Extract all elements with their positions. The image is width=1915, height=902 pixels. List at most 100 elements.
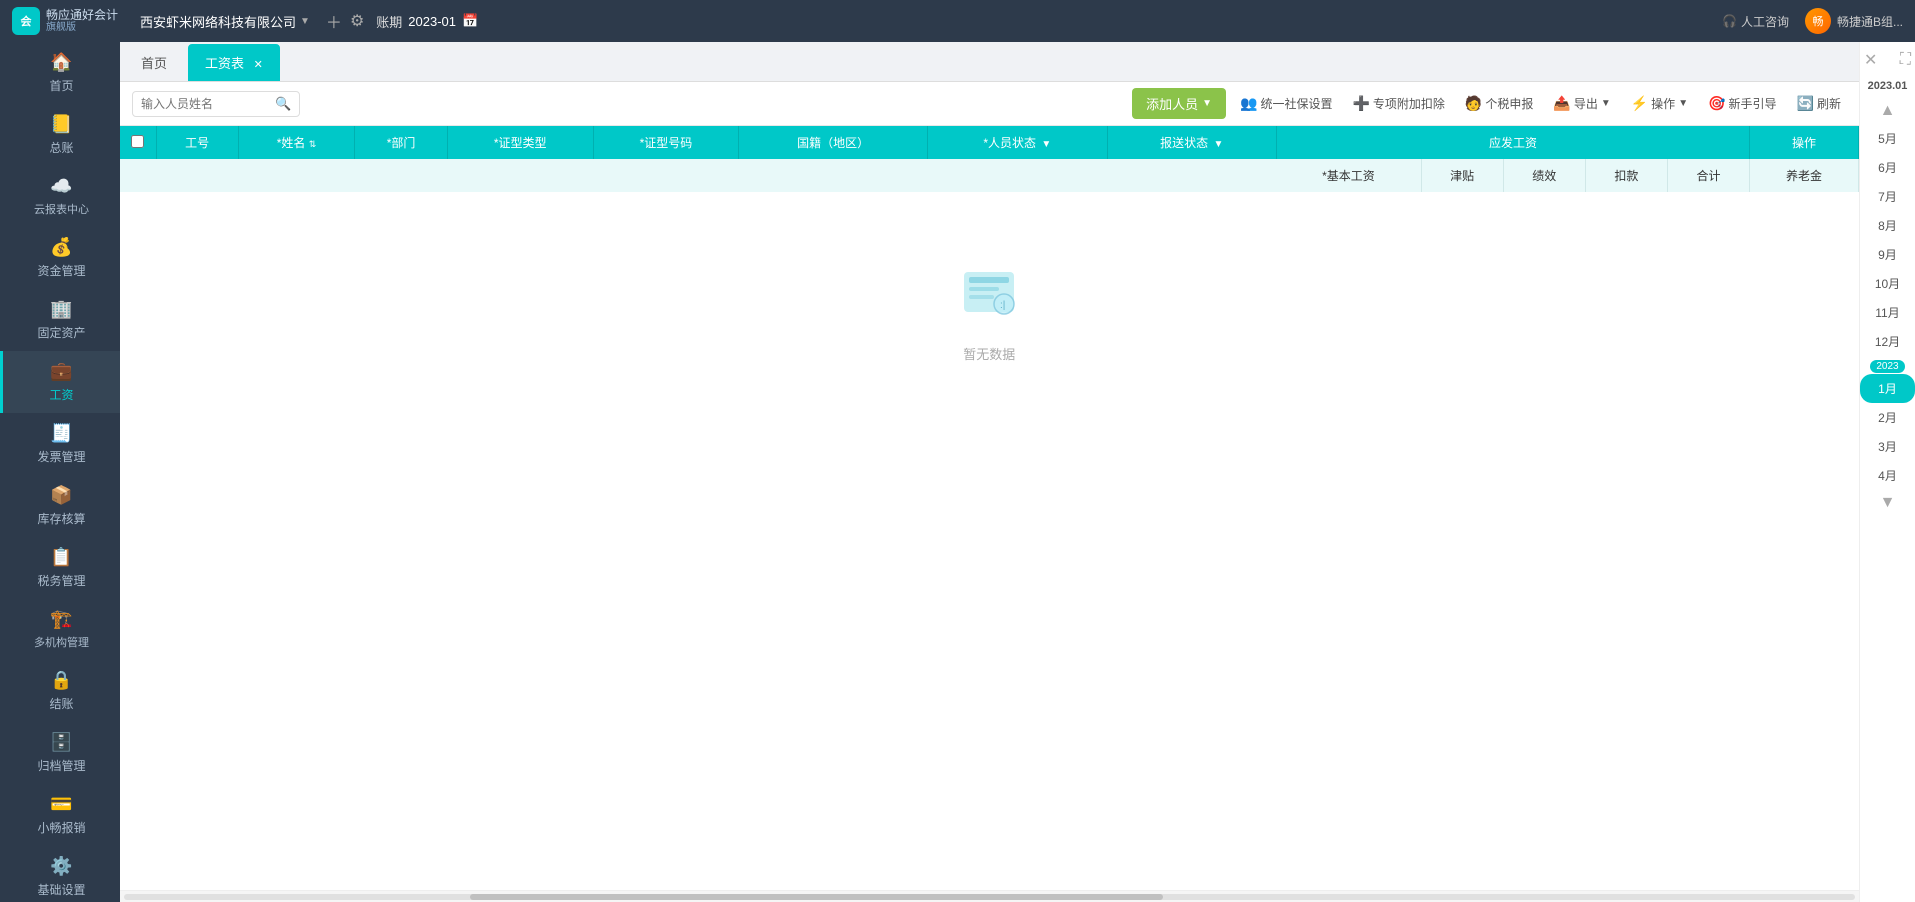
sidebar-item-inventory[interactable]: 📦 库存核算 (0, 475, 120, 537)
month-item-12[interactable]: 12月 (1860, 327, 1915, 356)
sidebar-item-salary[interactable]: 💼 工资 (0, 351, 120, 413)
home-icon: 🏠 (50, 52, 72, 73)
empty-icon: :| (949, 252, 1029, 332)
basic-settings-icon: ⚙️ (50, 856, 72, 877)
calendar-icon[interactable]: 📅 (462, 13, 478, 29)
select-all-checkbox[interactable] (131, 135, 144, 148)
search-wrap: 🔍 (132, 91, 300, 117)
settings-icon[interactable]: ⚙ (350, 11, 364, 31)
th-performance: 绩效 (1503, 159, 1585, 192)
month-item-7[interactable]: 7月 (1860, 182, 1915, 211)
salary-icon: 💼 (50, 361, 72, 382)
th-salary-group: 应发工资 (1276, 126, 1749, 159)
add-icon[interactable]: ＋ (326, 9, 342, 33)
sidebar: 🏠 首页 📒 总账 ☁️ 云报表中心 💰 资金管理 🏢 固定资产 💼 工资 🧾 … (0, 42, 120, 902)
personal-tax-button[interactable]: 🧑 个税申报 (1459, 91, 1539, 116)
empty-text: 暂无数据 (963, 344, 1015, 363)
company-selector[interactable]: 西安虾米网络科技有限公司 ▼ (132, 8, 318, 35)
sidebar-label: 资金管理 (37, 262, 85, 279)
th-name: *姓名 ⇅ (238, 126, 355, 159)
ledger-icon: 📒 (50, 114, 72, 135)
content-area: 首页 工资表 ✕ 🔍 添加人员 ▼ 👥 统一社保设置 ➕ (120, 42, 1859, 902)
month-item-2[interactable]: 2月 (1860, 403, 1915, 432)
month-item-4[interactable]: 4月 (1860, 461, 1915, 490)
operations-chevron-icon: ▼ (1678, 98, 1688, 109)
th-submit-status: 报送状态 ▼ (1107, 126, 1276, 159)
add-person-button[interactable]: 添加人员 ▼ (1132, 88, 1226, 119)
add-person-chevron-icon: ▼ (1202, 98, 1212, 109)
month-item-3[interactable]: 3月 (1860, 432, 1915, 461)
search-icon: 🔍 (275, 96, 291, 112)
app-name: 畅应通好会计 旗舰版 (46, 8, 118, 34)
sidebar-label: 多机构管理 (34, 634, 89, 650)
th-dept: *部门 (355, 126, 447, 159)
empty-state-cell: :| 暂无数据 (120, 192, 1859, 423)
company-name: 西安虾米网络科技有限公司 (140, 12, 296, 31)
logo-area: 会 畅应通好会计 旗舰版 (12, 7, 132, 35)
tab-close-icon[interactable]: ✕ (254, 59, 263, 71)
sort-icon: ⇅ (309, 139, 317, 149)
tax-icon: 📋 (50, 547, 72, 568)
sidebar-item-ledger[interactable]: 📒 总账 (0, 104, 120, 166)
tab-salary[interactable]: 工资表 ✕ (188, 44, 280, 81)
status-filter-icon[interactable]: ▼ (1041, 139, 1051, 150)
sidebar-item-tax[interactable]: 📋 税务管理 (0, 537, 120, 599)
month-item-10[interactable]: 10月 (1860, 269, 1915, 298)
salary-table: 工号 *姓名 ⇅ *部门 *证型类型 *证型号码 (120, 126, 1859, 423)
right-panel-expand-icon[interactable]: ⛶ (1896, 47, 1915, 73)
month-item-5[interactable]: 5月 (1860, 124, 1915, 153)
personal-tax-icon: 🧑 (1465, 95, 1482, 112)
sidebar-label: 税务管理 (37, 572, 85, 589)
export-button[interactable]: 📤 导出 ▼ (1547, 91, 1616, 116)
sidebar-item-invoice[interactable]: 🧾 发票管理 (0, 413, 120, 475)
month-item-8[interactable]: 8月 (1860, 211, 1915, 240)
year-badge-2023: 2023 (1860, 356, 1915, 374)
submit-filter-icon[interactable]: ▼ (1213, 139, 1223, 150)
search-input[interactable] (141, 97, 271, 111)
month-item-1[interactable]: 1月 (1860, 374, 1915, 403)
th-spacer (120, 159, 1276, 192)
special-deduct-button[interactable]: ➕ 专项附加扣除 (1346, 91, 1450, 116)
new-guide-button[interactable]: 🎯 新手引导 (1702, 91, 1782, 116)
tab-home[interactable]: 首页 (124, 44, 184, 81)
horizontal-scrollbar[interactable] (120, 890, 1859, 902)
close-accounts-icon: 🔒 (50, 670, 72, 691)
th-nation: 国籍（地区） (739, 126, 928, 159)
refresh-button[interactable]: 🔄 刷新 (1791, 91, 1847, 116)
sidebar-item-archive[interactable]: 🗄️ 归档管理 (0, 722, 120, 784)
scrollbar-track (124, 894, 1855, 900)
next-year-button[interactable]: ▼ (1880, 490, 1896, 516)
th-checkbox (120, 126, 156, 159)
social-security-button[interactable]: 👥 统一社保设置 (1234, 91, 1338, 116)
archive-icon: 🗄️ (50, 732, 72, 753)
scrollbar-thumb (470, 894, 1162, 900)
sidebar-label: 库存核算 (37, 510, 85, 527)
th-emp-no: 工号 (156, 126, 238, 159)
month-item-11[interactable]: 11月 (1860, 298, 1915, 327)
th-operations: 操作 (1750, 126, 1859, 159)
sidebar-item-settings[interactable]: ⚙️ 基础设置 (0, 846, 120, 902)
svg-text::|: :| (1000, 300, 1005, 311)
current-period-label: 2023.01 (1860, 78, 1915, 94)
right-panel: ✕ ⛶ 2023.01 ▲ 5月 6月 7月 8月 9月 10月 11月 12月… (1859, 42, 1915, 902)
th-bonus: 津贴 (1421, 159, 1503, 192)
sidebar-item-close-accounts[interactable]: 🔒 结账 (0, 660, 120, 722)
sidebar-label: 小畅报销 (37, 819, 85, 836)
right-panel-close-icon[interactable]: ✕ (1860, 46, 1881, 74)
sidebar-item-asset[interactable]: 🏢 固定资产 (0, 289, 120, 351)
sidebar-item-expense[interactable]: 💳 小畅报销 (0, 784, 120, 846)
user-info[interactable]: 畅 畅捷通B组... (1805, 8, 1903, 34)
app-logo: 会 (12, 7, 40, 35)
sidebar-label: 发票管理 (37, 448, 85, 465)
sidebar-item-home[interactable]: 🏠 首页 (0, 42, 120, 104)
th-deduction: 扣款 (1585, 159, 1667, 192)
month-item-6[interactable]: 6月 (1860, 153, 1915, 182)
sidebar-item-multi-org[interactable]: 🏗️ 多机构管理 (0, 599, 120, 660)
sidebar-label: 工资 (49, 386, 73, 403)
sidebar-item-cloud-report[interactable]: ☁️ 云报表中心 (0, 166, 120, 227)
sidebar-item-fund[interactable]: 💰 资金管理 (0, 227, 120, 289)
operations-button[interactable]: ⚡ 操作 ▼ (1625, 91, 1694, 116)
prev-year-button[interactable]: ▲ (1880, 98, 1896, 124)
month-item-9[interactable]: 9月 (1860, 240, 1915, 269)
support-button[interactable]: 🎧 人工咨询 (1722, 13, 1789, 30)
